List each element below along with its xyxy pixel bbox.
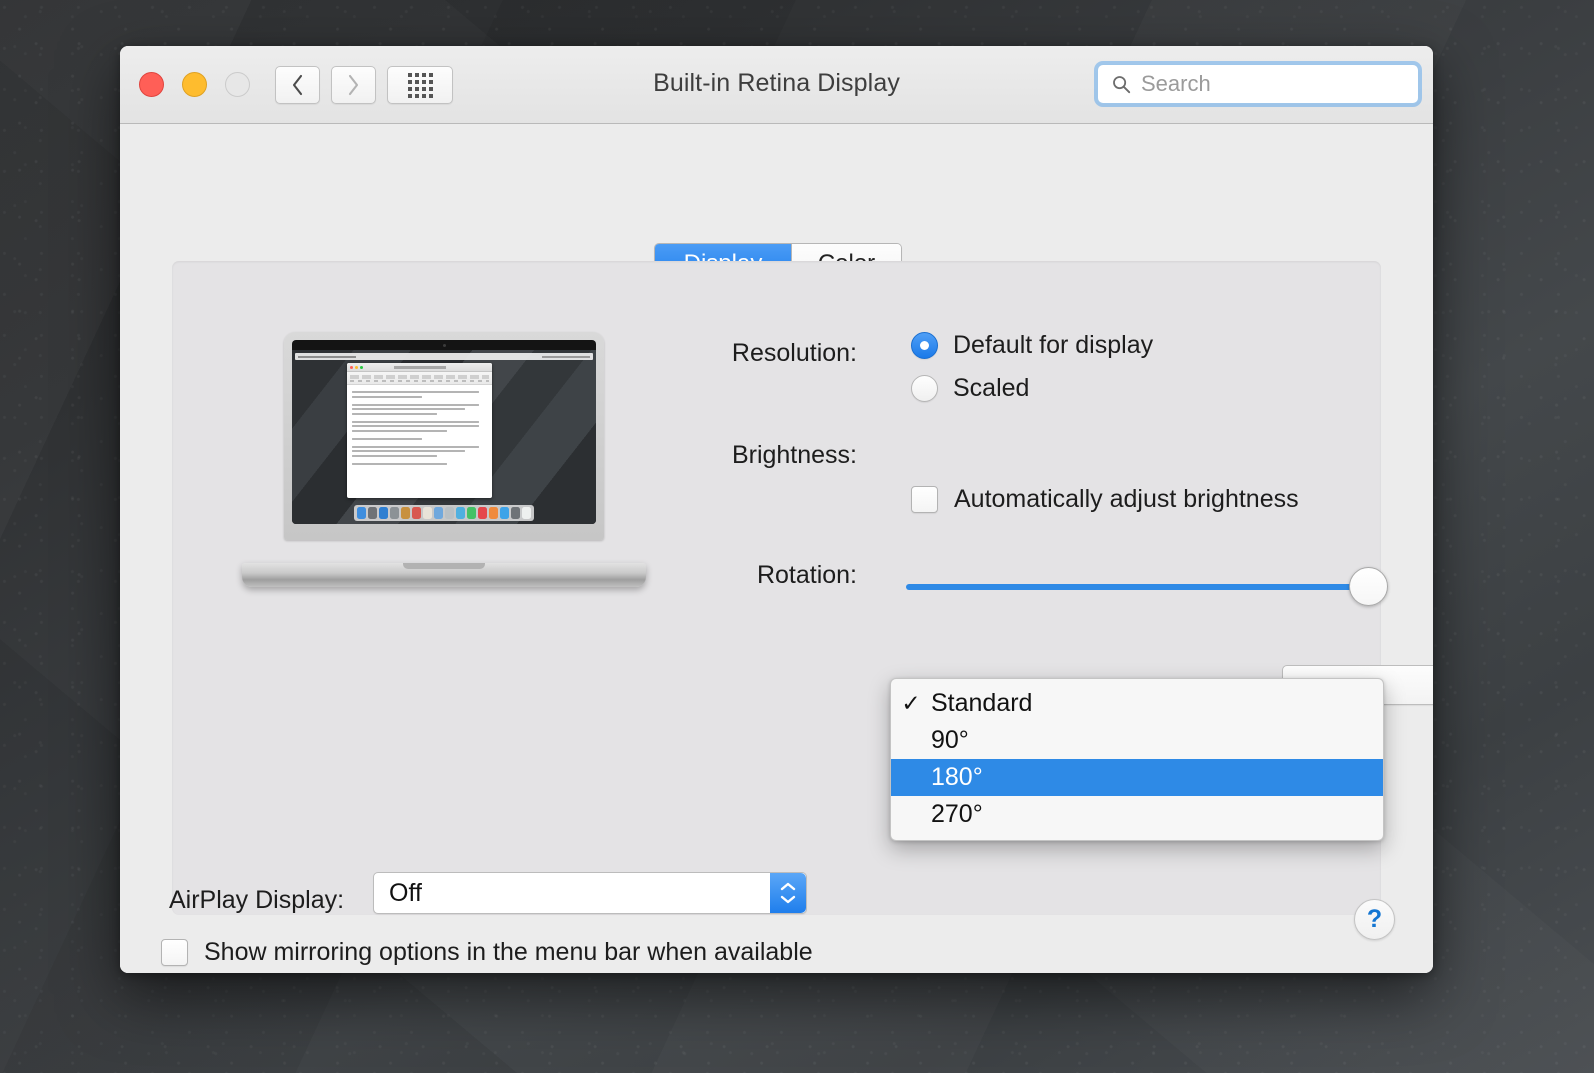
display-settings-panel: Resolution: Default for display Scaled B…: [172, 261, 1433, 915]
search-field[interactable]: Search: [1097, 64, 1419, 104]
macbook-base: [242, 563, 646, 587]
system-preferences-window: Built-in Retina Display Search Display C…: [120, 46, 1433, 973]
auto-brightness-label: Automatically adjust brightness: [954, 485, 1299, 513]
search-icon: [1113, 75, 1131, 93]
radio-default-for-display[interactable]: Default for display: [911, 331, 1153, 360]
mac-dock: [354, 505, 534, 521]
webcam-icon: [442, 344, 446, 347]
radio-button-on-icon: [911, 332, 938, 359]
popup-stepper-icon[interactable]: [770, 873, 806, 913]
chevron-up-icon: [780, 882, 796, 891]
chevron-down-icon: [780, 895, 796, 904]
menu-item-label: Standard: [931, 689, 1033, 717]
macbook-bezel: [292, 340, 596, 524]
airplay-display-value: Off: [389, 878, 422, 907]
auto-brightness-checkbox-row[interactable]: Automatically adjust brightness: [911, 485, 1299, 514]
checkmark-icon: ✓: [901, 690, 921, 716]
resolution-label: Resolution:: [731, 339, 857, 367]
mac-menu-bar: [295, 353, 593, 360]
brightness-slider-track: [906, 584, 1361, 590]
rotation-dropdown-menu[interactable]: ✓ Standard 90° 180° 270°: [890, 678, 1384, 841]
menu-item-standard[interactable]: ✓ Standard: [891, 685, 1383, 722]
macbook-preview-illustration: [242, 332, 646, 587]
textedit-window-preview: [347, 363, 492, 498]
help-button[interactable]: ?: [1354, 899, 1395, 940]
menu-item-label: 180°: [931, 763, 983, 791]
brightness-slider-thumb[interactable]: [1349, 567, 1388, 606]
menu-item-label: 90°: [931, 726, 969, 754]
menu-item-label: 270°: [931, 800, 983, 828]
preferences-content: Display Color: [120, 124, 1433, 973]
macbook-screen: [292, 350, 596, 524]
radio-label: Default for display: [953, 331, 1154, 359]
macbook-notch: [403, 563, 485, 569]
rotation-label: Rotation:: [756, 561, 857, 589]
textedit-titlebar: [347, 363, 492, 372]
airplay-display-popup[interactable]: Off: [373, 872, 807, 914]
menu-item-90[interactable]: 90°: [891, 722, 1383, 759]
textedit-ruler: [347, 372, 492, 385]
menu-item-180[interactable]: 180°: [891, 759, 1383, 796]
radio-label: Scaled: [953, 374, 1030, 402]
checkbox-unchecked-icon: [161, 939, 188, 966]
textedit-body-text: [347, 385, 492, 477]
brightness-label: Brightness:: [731, 441, 857, 469]
macbook-lid: [284, 332, 604, 540]
radio-button-off-icon: [911, 375, 938, 402]
window-titlebar: Built-in Retina Display Search: [120, 46, 1433, 124]
airplay-display-label: AirPlay Display:: [169, 886, 345, 914]
checkbox-unchecked-icon: [911, 486, 938, 513]
search-placeholder: Search: [1141, 71, 1211, 96]
show-mirroring-checkbox-row[interactable]: Show mirroring options in the menu bar w…: [161, 938, 813, 967]
brightness-slider[interactable]: [906, 567, 1388, 607]
resolution-radio-group: Default for display Scaled: [911, 331, 1153, 417]
menu-item-270[interactable]: 270°: [891, 796, 1383, 833]
show-mirroring-label: Show mirroring options in the menu bar w…: [204, 938, 813, 966]
radio-scaled[interactable]: Scaled: [911, 374, 1153, 403]
